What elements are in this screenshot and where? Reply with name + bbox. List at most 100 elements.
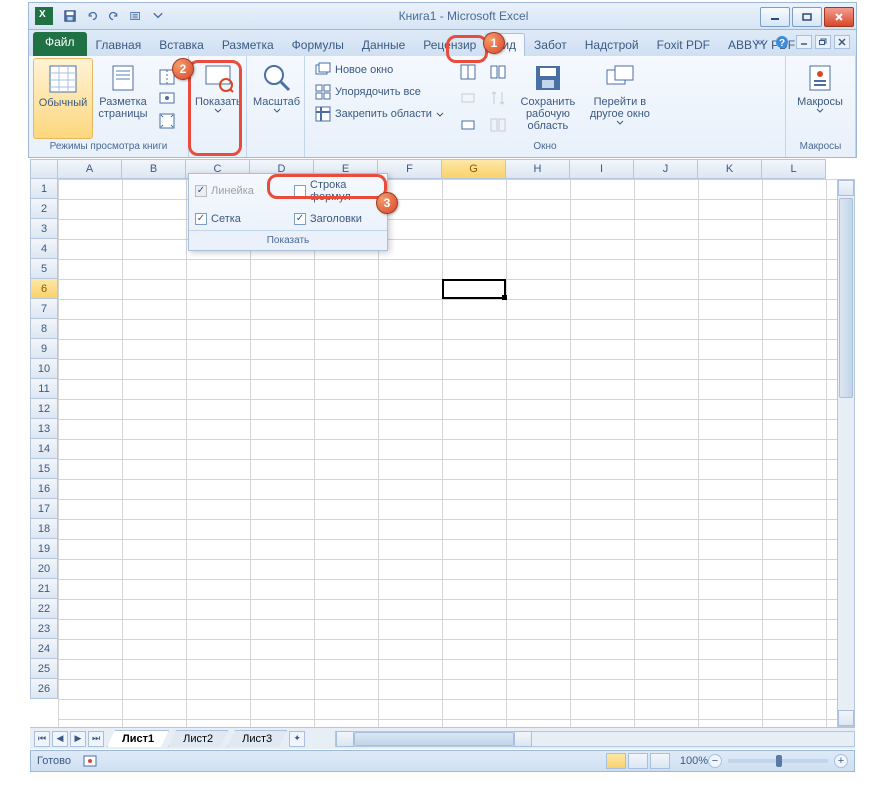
- row-header-11[interactable]: 11: [30, 379, 58, 399]
- new-window-button[interactable]: Новое окно: [311, 60, 448, 80]
- unhide-button[interactable]: [456, 115, 480, 135]
- show-dropdown-button[interactable]: Показать: [193, 58, 244, 139]
- row-header-19[interactable]: 19: [30, 539, 58, 559]
- column-header-A[interactable]: A: [58, 159, 122, 179]
- page-layout-button[interactable]: Разметка страницы: [93, 58, 153, 139]
- column-header-I[interactable]: I: [570, 159, 634, 179]
- tab-developer[interactable]: Забот: [525, 33, 576, 56]
- tab-insert[interactable]: Вставка: [150, 33, 213, 56]
- view-side1-button[interactable]: [486, 62, 510, 82]
- qat-undo-icon[interactable]: [83, 7, 101, 25]
- mdi-minimize-button[interactable]: [796, 35, 812, 49]
- column-header-G[interactable]: G: [442, 159, 506, 179]
- zoom-percent[interactable]: 100%: [680, 755, 708, 767]
- row-header-9[interactable]: 9: [30, 339, 58, 359]
- qat-redo-icon[interactable]: [105, 7, 123, 25]
- zoom-in-button[interactable]: +: [834, 754, 848, 768]
- arrange-all-button[interactable]: Упорядочить все: [311, 82, 448, 102]
- split-button[interactable]: [456, 62, 480, 82]
- row-header-10[interactable]: 10: [30, 359, 58, 379]
- sheet-tab-Лист3[interactable]: Лист3: [227, 730, 287, 747]
- row-header-4[interactable]: 4: [30, 239, 58, 259]
- sheet-nav-first[interactable]: ⏮: [34, 731, 50, 747]
- row-header-16[interactable]: 16: [30, 479, 58, 499]
- column-header-H[interactable]: H: [506, 159, 570, 179]
- mdi-close-button[interactable]: [834, 35, 850, 49]
- select-all-corner[interactable]: [30, 159, 58, 179]
- qat-more-icon[interactable]: [127, 7, 145, 25]
- row-header-8[interactable]: 8: [30, 319, 58, 339]
- row-header-6[interactable]: 6: [30, 279, 58, 299]
- zoom-out-button[interactable]: −: [708, 754, 722, 768]
- statusbar-view-break[interactable]: [650, 753, 670, 769]
- row-header-14[interactable]: 14: [30, 439, 58, 459]
- help-icon[interactable]: ?: [774, 34, 790, 50]
- switch-windows-button[interactable]: Перейти в другое окно: [584, 58, 656, 139]
- row-header-1[interactable]: 1: [30, 179, 58, 199]
- ribbon-minimize-icon[interactable]: [752, 34, 768, 50]
- row-header-25[interactable]: 25: [30, 659, 58, 679]
- sheet-tab-Лист1[interactable]: Лист1: [107, 730, 169, 747]
- row-header-3[interactable]: 3: [30, 219, 58, 239]
- sheet-nav-last[interactable]: ⏭: [88, 731, 104, 747]
- qat-save-icon[interactable]: [61, 7, 79, 25]
- tab-review[interactable]: Рецензир: [414, 33, 485, 56]
- show-headings-checkbox[interactable]: Заголовки: [288, 208, 387, 230]
- tab-data[interactable]: Данные: [353, 33, 414, 56]
- sheet-nav-next[interactable]: ▶: [70, 731, 86, 747]
- row-header-15[interactable]: 15: [30, 459, 58, 479]
- freeze-panes-button[interactable]: Закрепить области: [311, 104, 448, 124]
- row-header-18[interactable]: 18: [30, 519, 58, 539]
- tab-addins[interactable]: Надстрой: [576, 33, 648, 56]
- vertical-scrollbar[interactable]: [837, 179, 855, 727]
- column-header-J[interactable]: J: [634, 159, 698, 179]
- macros-button[interactable]: Макросы: [790, 58, 850, 139]
- row-header-2[interactable]: 2: [30, 199, 58, 219]
- column-header-L[interactable]: L: [762, 159, 826, 179]
- row-header-20[interactable]: 20: [30, 559, 58, 579]
- window-minimize-button[interactable]: [760, 7, 790, 27]
- active-cell[interactable]: [442, 279, 506, 299]
- statusbar-view-normal[interactable]: [606, 753, 626, 769]
- qat-dropdown-icon[interactable]: [149, 7, 167, 25]
- window-close-button[interactable]: [824, 7, 854, 27]
- save-workspace-button[interactable]: Сохранить рабочую область: [512, 58, 584, 139]
- macro-record-icon[interactable]: [79, 752, 101, 770]
- sheet-nav-prev[interactable]: ◀: [52, 731, 68, 747]
- row-header-21[interactable]: 21: [30, 579, 58, 599]
- zoom-button[interactable]: Масштаб: [251, 58, 302, 139]
- show-formula-bar-checkbox[interactable]: Строка формул: [288, 174, 387, 208]
- tab-formulas[interactable]: Формулы: [283, 33, 353, 56]
- sheet-insert-button[interactable]: ✦: [289, 731, 305, 747]
- file-tab[interactable]: Файл: [33, 32, 87, 56]
- mdi-restore-button[interactable]: [815, 35, 831, 49]
- row-header-13[interactable]: 13: [30, 419, 58, 439]
- row-header-12[interactable]: 12: [30, 399, 58, 419]
- excel-sysmenu-icon[interactable]: [35, 7, 53, 25]
- column-header-K[interactable]: K: [698, 159, 762, 179]
- tab-page-layout[interactable]: Разметка: [213, 33, 283, 56]
- statusbar-view-layout[interactable]: [628, 753, 648, 769]
- sync-scroll-button[interactable]: [486, 88, 510, 108]
- view-normal-button[interactable]: Обычный: [33, 58, 93, 139]
- row-header-26[interactable]: 26: [30, 679, 58, 699]
- hide-button[interactable]: [456, 88, 480, 108]
- row-header-24[interactable]: 24: [30, 639, 58, 659]
- tab-home[interactable]: Главная: [87, 33, 151, 56]
- cells-grid[interactable]: [58, 179, 855, 732]
- tab-foxit[interactable]: Foxit PDF: [648, 33, 719, 56]
- fullscreen-button[interactable]: [155, 111, 179, 131]
- horizontal-scrollbar[interactable]: [335, 731, 855, 747]
- row-header-23[interactable]: 23: [30, 619, 58, 639]
- row-header-17[interactable]: 17: [30, 499, 58, 519]
- row-header-5[interactable]: 5: [30, 259, 58, 279]
- sheet-tab-Лист2[interactable]: Лист2: [168, 730, 228, 747]
- show-gridlines-checkbox[interactable]: Сетка: [189, 208, 288, 230]
- row-header-22[interactable]: 22: [30, 599, 58, 619]
- window-maximize-button[interactable]: [792, 7, 822, 27]
- custom-views-button[interactable]: [155, 89, 179, 109]
- zoom-slider[interactable]: [728, 759, 828, 763]
- column-header-B[interactable]: B: [122, 159, 186, 179]
- row-header-7[interactable]: 7: [30, 299, 58, 319]
- reset-pos-button[interactable]: [486, 115, 510, 135]
